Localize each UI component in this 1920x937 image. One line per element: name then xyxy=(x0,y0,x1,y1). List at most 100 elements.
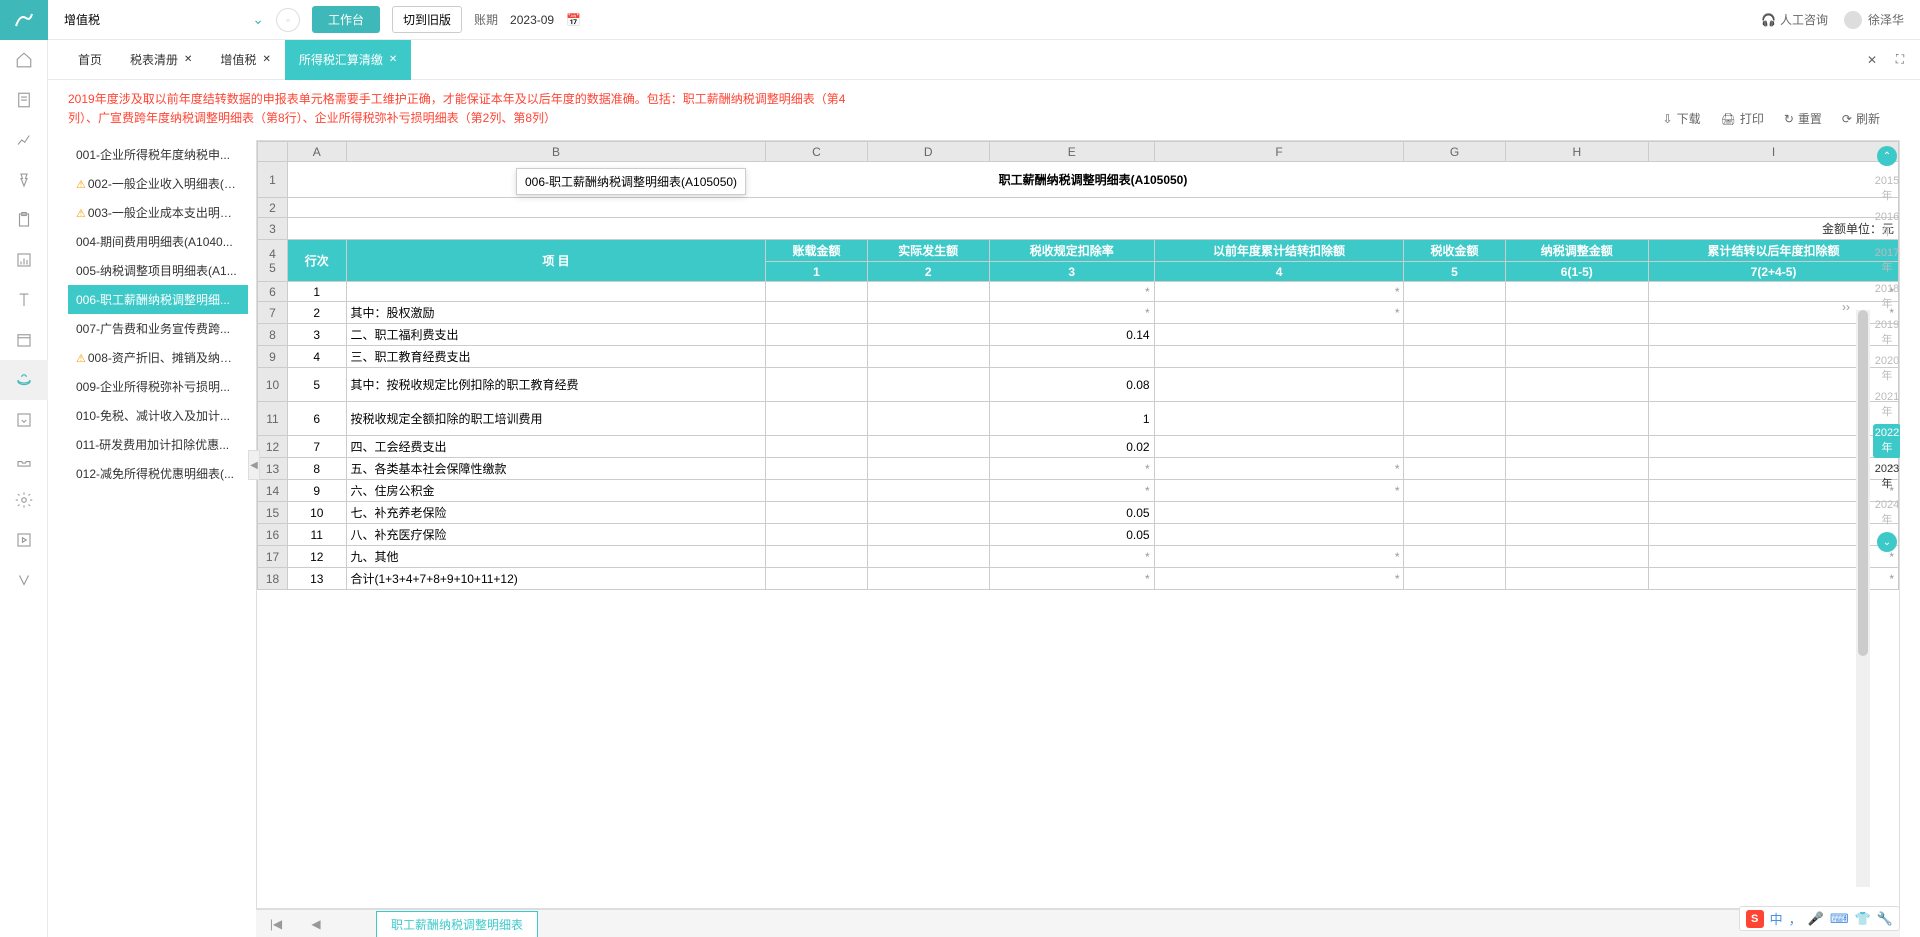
data-cell[interactable]: * xyxy=(989,546,1154,568)
data-cell[interactable] xyxy=(766,502,867,524)
form-list-item[interactable]: 009-企业所得税弥补亏损明... xyxy=(68,372,248,401)
spreadsheet[interactable]: ABCDEFGHI1职工薪酬纳税调整明细表(A105050)23金额单位：元45… xyxy=(256,140,1900,909)
data-cell[interactable] xyxy=(867,402,989,436)
data-cell[interactable]: 合计(1+3+4+7+8+9+10+11+12) xyxy=(346,568,766,590)
data-cell[interactable] xyxy=(867,368,989,402)
row-header[interactable]: 2 xyxy=(258,198,288,218)
data-cell[interactable] xyxy=(1154,502,1404,524)
data-cell[interactable] xyxy=(766,524,867,546)
data-cell[interactable] xyxy=(1154,368,1404,402)
data-cell[interactable] xyxy=(766,324,867,346)
nav-bowl-icon[interactable] xyxy=(0,360,48,400)
column-header[interactable]: H xyxy=(1505,142,1649,162)
data-cell[interactable]: 13 xyxy=(288,568,347,590)
vertical-scrollbar[interactable] xyxy=(1856,310,1870,887)
data-cell[interactable]: 二、职工福利费支出 xyxy=(346,324,766,346)
data-cell[interactable]: 五、各类基本社会保障性缴款 xyxy=(346,458,766,480)
ime-lang[interactable]: 中 xyxy=(1770,909,1783,928)
nav-clipboard-icon[interactable] xyxy=(0,200,48,240)
data-cell[interactable] xyxy=(1505,436,1649,458)
data-cell[interactable]: 其中：按税收规定比例扣除的职工教育经费 xyxy=(346,368,766,402)
data-cell[interactable]: * xyxy=(1154,480,1404,502)
column-header[interactable]: B xyxy=(346,142,766,162)
year-item[interactable]: 2017年 xyxy=(1873,244,1900,278)
refresh-button[interactable]: ⟳刷新 xyxy=(1842,110,1880,127)
form-list-item[interactable]: 012-减免所得税优惠明细表(... xyxy=(68,459,248,488)
data-cell[interactable]: 六、住房公积金 xyxy=(346,480,766,502)
row-header[interactable]: 13 xyxy=(258,458,288,480)
data-cell[interactable]: 10 xyxy=(288,502,347,524)
row-header[interactable]: 17 xyxy=(258,546,288,568)
reset-button[interactable]: ↻重置 xyxy=(1784,110,1822,127)
data-cell[interactable] xyxy=(867,324,989,346)
old-version-button[interactable]: 切到旧版 xyxy=(392,6,462,33)
nav-text-icon[interactable] xyxy=(0,280,48,320)
nav-money-icon[interactable] xyxy=(0,160,48,200)
year-item[interactable]: 2019年 xyxy=(1873,316,1900,350)
data-cell[interactable] xyxy=(1404,324,1505,346)
data-cell[interactable] xyxy=(1404,568,1505,590)
data-cell[interactable] xyxy=(1505,568,1649,590)
data-cell[interactable]: * xyxy=(1154,568,1404,590)
data-cell[interactable] xyxy=(1505,402,1649,436)
ime-keyboard-icon[interactable]: ⌨ xyxy=(1830,911,1849,927)
data-cell[interactable] xyxy=(1404,402,1505,436)
data-cell[interactable]: * xyxy=(989,458,1154,480)
data-cell[interactable] xyxy=(766,568,867,590)
data-cell[interactable] xyxy=(867,502,989,524)
ime-skin-icon[interactable]: 👕 xyxy=(1855,911,1871,927)
data-cell[interactable]: 四、工会经费支出 xyxy=(346,436,766,458)
tab-close-all-icon[interactable]: ✕ xyxy=(1862,50,1882,70)
nav-chart-icon[interactable] xyxy=(0,120,48,160)
column-header[interactable]: I xyxy=(1649,142,1899,162)
data-cell[interactable]: 12 xyxy=(288,546,347,568)
data-cell[interactable] xyxy=(867,480,989,502)
form-list-item[interactable]: ⚠002-一般企业收入明细表(A... xyxy=(68,169,248,198)
calendar-icon[interactable]: 📅 xyxy=(566,13,581,27)
data-cell[interactable]: 8 xyxy=(288,458,347,480)
data-cell[interactable]: * xyxy=(1154,546,1404,568)
row-header[interactable]: 8 xyxy=(258,324,288,346)
data-cell[interactable]: 6 xyxy=(288,402,347,436)
ime-punct[interactable]: ， xyxy=(1789,909,1802,928)
data-cell[interactable]: * xyxy=(989,302,1154,324)
form-list-item[interactable]: 007-广告费和业务宣传费跨... xyxy=(68,314,248,343)
year-scroll-down[interactable]: ⌄ xyxy=(1877,532,1897,552)
data-cell[interactable] xyxy=(1154,346,1404,368)
year-item[interactable]: 2021年 xyxy=(1873,388,1900,422)
data-cell[interactable] xyxy=(1404,302,1505,324)
year-scroll-up[interactable]: ⌃ xyxy=(1877,146,1897,166)
form-list-item[interactable]: ⚠003-一般企业成本支出明细... xyxy=(68,198,248,227)
data-cell[interactable]: 1 xyxy=(288,282,347,302)
data-cell[interactable] xyxy=(867,282,989,302)
data-cell[interactable] xyxy=(766,458,867,480)
data-cell[interactable] xyxy=(1404,524,1505,546)
data-cell[interactable] xyxy=(1404,436,1505,458)
row-header[interactable]: 10 xyxy=(258,368,288,402)
data-cell[interactable] xyxy=(766,302,867,324)
row-header[interactable]: 7 xyxy=(258,302,288,324)
horizontal-scrollbar[interactable] xyxy=(558,918,1840,930)
data-cell[interactable] xyxy=(867,458,989,480)
data-cell[interactable] xyxy=(766,282,867,302)
sheet-tab[interactable]: 职工薪酬纳税调整明细表 xyxy=(376,911,538,937)
data-cell[interactable] xyxy=(867,302,989,324)
data-cell[interactable] xyxy=(1404,368,1505,402)
consult-link[interactable]: 🎧 人工咨询 xyxy=(1761,11,1828,28)
tax-type-selector[interactable]: 增值税 ⌄ xyxy=(64,11,264,28)
data-cell[interactable] xyxy=(1505,458,1649,480)
data-cell[interactable] xyxy=(766,346,867,368)
row-header[interactable]: 11 xyxy=(258,402,288,436)
tab-expand-icon[interactable]: ⛶ xyxy=(1890,50,1910,70)
data-cell[interactable] xyxy=(766,368,867,402)
data-cell[interactable]: 其中：股权激励 xyxy=(346,302,766,324)
data-cell[interactable]: 按税收规定全额扣除的职工培训费用 xyxy=(346,402,766,436)
data-cell[interactable]: 0.05 xyxy=(989,524,1154,546)
data-cell[interactable] xyxy=(989,346,1154,368)
column-header[interactable]: G xyxy=(1404,142,1505,162)
data-cell[interactable]: 2 xyxy=(288,302,347,324)
data-cell[interactable] xyxy=(867,346,989,368)
data-cell[interactable] xyxy=(766,402,867,436)
data-cell[interactable] xyxy=(1154,524,1404,546)
data-cell[interactable] xyxy=(1505,524,1649,546)
